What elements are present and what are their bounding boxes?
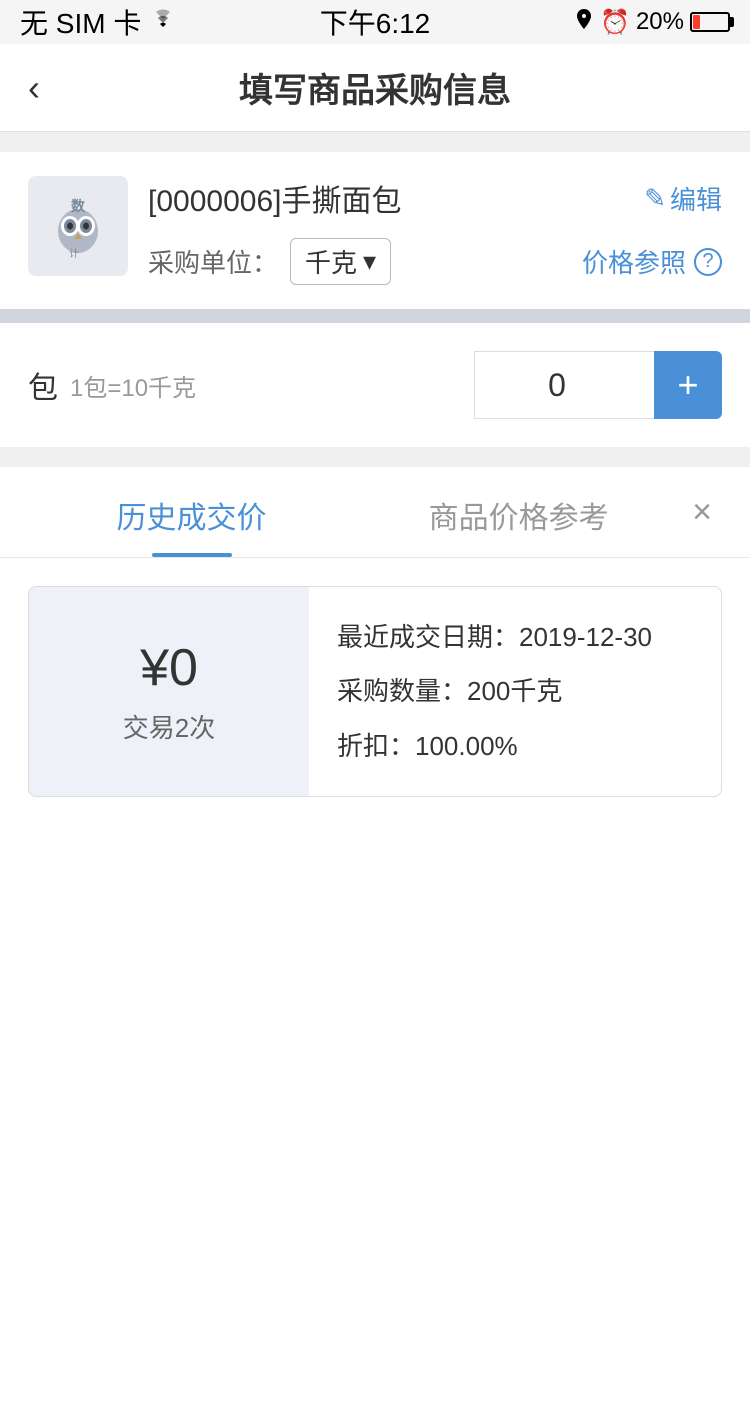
price-currency: ¥ <box>140 639 169 697</box>
purchase-unit-label: 采购单位： <box>148 243 278 280</box>
page-title: 填写商品采购信息 <box>239 63 511 112</box>
tabs-header: 历史成交价 商品价格参考 × <box>0 467 750 558</box>
question-icon: ? <box>694 248 722 276</box>
unit-select[interactable]: 千克 ▾ <box>290 238 391 285</box>
quantity-input[interactable] <box>474 351 654 419</box>
purchase-qty-label: 采购数量： <box>337 676 467 706</box>
price-right: 最近成交日期：2019-12-30 采购数量：200千克 折扣：100.00% <box>309 587 721 796</box>
section-divider <box>0 309 750 323</box>
tabs-section: 历史成交价 商品价格参考 × ¥0 交易2次 最近成交日期：2019-12-30… <box>0 467 750 1425</box>
unit-value: 千克 <box>305 243 357 280</box>
price-card: ¥0 交易2次 最近成交日期：2019-12-30 采购数量：200千克 折扣：… <box>28 586 722 797</box>
tab-history-price[interactable]: 历史成交价 <box>28 467 355 557</box>
edit-button[interactable]: ✎ 编辑 <box>644 180 722 217</box>
unit-box: 包 <box>28 363 58 407</box>
nav-bar: ‹ 填写商品采购信息 <box>0 44 750 132</box>
status-right: ⏰ 20% <box>574 8 730 37</box>
tab-product-price-ref[interactable]: 商品价格参考 <box>355 467 682 557</box>
product-info: [0000006]手撕面包 ✎ 编辑 采购单位： 千克 ▾ 价格参照 ? <box>148 176 722 285</box>
carrier-text: 无 SIM 卡 <box>20 2 141 42</box>
back-button[interactable]: ‹ <box>28 67 40 109</box>
owl-logo: 数 计 <box>43 191 113 261</box>
price-detail-discount: 折扣：100.00% <box>337 728 693 764</box>
price-detail-date: 最近成交日期：2019-12-30 <box>337 619 693 655</box>
status-time: 下午6:12 <box>320 2 431 42</box>
quantity-input-group: + <box>474 351 722 419</box>
edit-icon: ✎ <box>644 183 666 214</box>
content-area <box>0 825 750 1425</box>
tab-close-button[interactable]: × <box>682 483 722 542</box>
purchase-row: 采购单位： 千克 ▾ 价格参照 ? <box>148 238 722 285</box>
discount-value: 100.00% <box>415 731 518 761</box>
price-value: 0 <box>169 639 198 697</box>
edit-label: 编辑 <box>670 180 722 217</box>
battery-percent: 20% <box>636 8 684 36</box>
alarm-icon: ⏰ <box>600 8 630 37</box>
price-left: ¥0 交易2次 <box>29 587 309 796</box>
price-ref-label: 价格参照 <box>582 243 686 280</box>
status-carrier: 无 SIM 卡 <box>20 2 177 42</box>
location-icon <box>574 8 594 37</box>
product-card: 数 计 [0000006]手撕面包 ✎ 编辑 采购单位： 千克 ▾ <box>0 152 750 309</box>
purchase-qty-value: 200千克 <box>467 676 562 706</box>
discount-label: 折扣： <box>337 731 415 761</box>
svg-text:计: 计 <box>69 247 79 260</box>
product-thumbnail: 数 计 <box>28 176 128 276</box>
product-row: 数 计 [0000006]手撕面包 ✎ 编辑 采购单位： 千克 ▾ <box>28 176 722 285</box>
recent-date-value: 2019-12-30 <box>519 622 652 652</box>
price-amount: ¥0 <box>140 638 198 698</box>
battery-icon <box>690 12 730 32</box>
unit-label: 包 1包=10千克 <box>28 363 196 407</box>
recent-date-label: 最近成交日期： <box>337 622 519 652</box>
price-ref-button[interactable]: 价格参照 ? <box>582 243 722 280</box>
unit-sub: 1包=10千克 <box>70 368 196 403</box>
chevron-down-icon: ▾ <box>363 246 376 277</box>
price-detail-qty: 采购数量：200千克 <box>337 673 693 709</box>
product-name: [0000006]手撕面包 <box>148 176 401 220</box>
svg-text:数: 数 <box>71 198 86 214</box>
purchase-unit: 采购单位： 千克 ▾ <box>148 238 391 285</box>
status-bar: 无 SIM 卡 下午6:12 ⏰ 20% <box>0 0 750 44</box>
quantity-plus-button[interactable]: + <box>654 351 722 419</box>
price-times: 交易2次 <box>123 708 215 745</box>
wifi-icon <box>149 6 177 38</box>
product-header: [0000006]手撕面包 ✎ 编辑 <box>148 176 722 220</box>
quantity-row: 包 1包=10千克 + <box>0 323 750 447</box>
